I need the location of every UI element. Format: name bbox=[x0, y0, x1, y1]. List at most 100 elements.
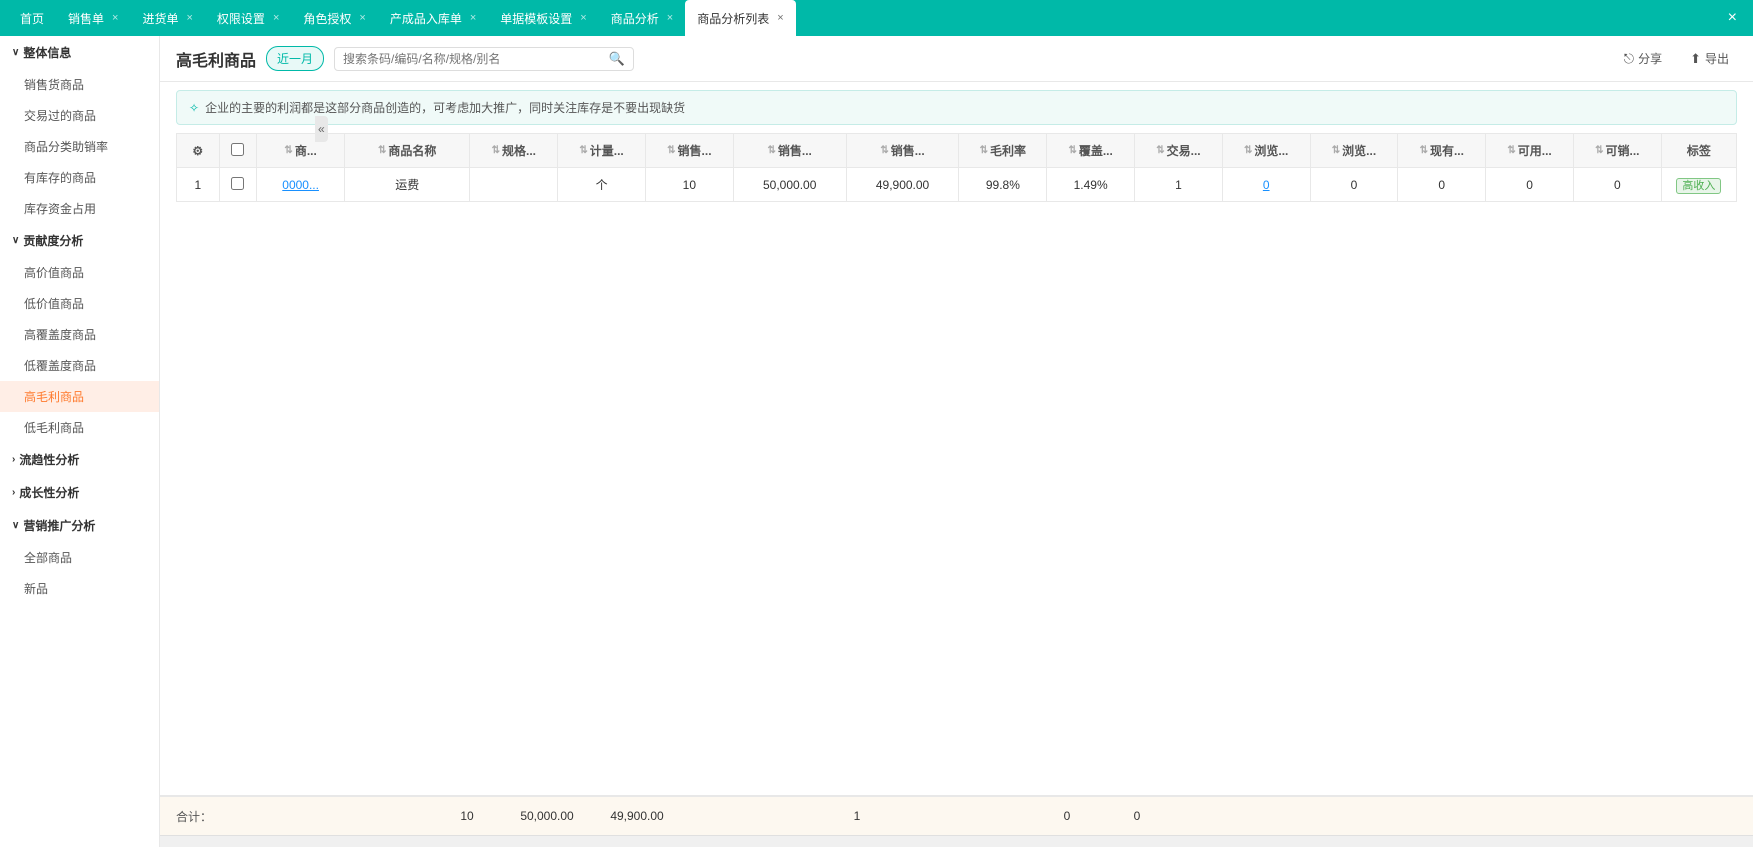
sidebar-item-sales-goods[interactable]: 销售货商品 bbox=[0, 69, 159, 100]
sidebar-item-stock-capital[interactable]: 库存资金占用 bbox=[0, 193, 159, 224]
row-views2: 0 bbox=[1310, 168, 1398, 202]
row-code[interactable]: 0000... bbox=[257, 168, 345, 202]
close-icon[interactable]: × bbox=[359, 12, 365, 24]
sidebar: ∨ 整体信息 销售货商品 交易过的商品 商品分类助销率 有库存的商品 库存资金占… bbox=[0, 36, 160, 847]
sidebar-item-high-value[interactable]: 高价值商品 bbox=[0, 257, 159, 288]
row-tag: 高收入 bbox=[1661, 168, 1736, 202]
col-checkbox[interactable] bbox=[219, 134, 257, 168]
sidebar-item-category-sales-rate[interactable]: 商品分类助销率 bbox=[0, 131, 159, 162]
total-sales-profit: 49,900.00 bbox=[592, 809, 682, 823]
total-label: 合计： bbox=[176, 808, 212, 825]
sidebar-item-traded-goods[interactable]: 交易过的商品 bbox=[0, 100, 159, 131]
chevron-down-icon: ∨ bbox=[12, 47, 19, 58]
chevron-down-icon: ∨ bbox=[12, 235, 19, 246]
sidebar-group-contribution[interactable]: ∨ 贡献度分析 bbox=[0, 224, 159, 257]
sidebar-group-marketing[interactable]: ∨ 营销推广分析 bbox=[0, 509, 159, 542]
sidebar-item-low-value[interactable]: 低价值商品 bbox=[0, 288, 159, 319]
sort-icon: ⇅ bbox=[980, 145, 988, 156]
col-gross-margin[interactable]: ⇅毛利率 bbox=[959, 134, 1047, 168]
sort-icon: ⇅ bbox=[284, 145, 292, 156]
row-gross-margin: 99.8% bbox=[959, 168, 1047, 202]
close-icon[interactable]: × bbox=[470, 12, 476, 24]
nav-product-analysis[interactable]: 商品分析 × bbox=[599, 0, 685, 36]
col-sales-profit[interactable]: ⇅销售... bbox=[846, 134, 959, 168]
period-button[interactable]: 近一月 bbox=[266, 46, 324, 71]
nav-finished-goods[interactable]: 产成品入库单 × bbox=[378, 0, 488, 36]
total-current-stock: 0 bbox=[1032, 809, 1102, 823]
col-code[interactable]: ⇅商... bbox=[257, 134, 345, 168]
col-name[interactable]: ⇅商品名称 bbox=[345, 134, 470, 168]
nav-purchase-order[interactable]: 进货单 × bbox=[130, 0, 204, 36]
export-icon: ⬆ bbox=[1690, 51, 1701, 67]
horizontal-scrollbar[interactable] bbox=[160, 835, 1753, 847]
sidebar-item-low-coverage[interactable]: 低覆盖度商品 bbox=[0, 350, 159, 381]
sidebar-item-in-stock-goods[interactable]: 有库存的商品 bbox=[0, 162, 159, 193]
col-unit[interactable]: ⇅计量... bbox=[558, 134, 646, 168]
col-transactions[interactable]: ⇅交易... bbox=[1135, 134, 1223, 168]
chevron-right-icon: › bbox=[12, 487, 15, 498]
page-title: 高毛利商品 bbox=[176, 47, 256, 71]
export-button[interactable]: ⬆ 导出 bbox=[1682, 46, 1737, 71]
close-all-button[interactable]: × bbox=[1720, 9, 1745, 27]
sidebar-item-all-goods[interactable]: 全部商品 bbox=[0, 542, 159, 573]
close-icon[interactable]: × bbox=[273, 12, 279, 24]
col-tag: 标签 bbox=[1661, 134, 1736, 168]
row-sales-amount: 50,000.00 bbox=[733, 168, 846, 202]
sidebar-item-low-margin[interactable]: 低毛利商品 bbox=[0, 412, 159, 443]
sidebar-item-high-margin[interactable]: 高毛利商品 bbox=[0, 381, 159, 412]
sort-icon: ⇅ bbox=[378, 145, 386, 156]
select-all-checkbox[interactable] bbox=[231, 143, 244, 156]
total-placeholder-1 bbox=[232, 809, 432, 823]
col-sales-amount[interactable]: ⇅销售... bbox=[733, 134, 846, 168]
sort-icon: ⇅ bbox=[492, 145, 500, 156]
nav-product-analysis-list[interactable]: 商品分析列表 × bbox=[685, 0, 795, 36]
col-gear[interactable]: ⚙ bbox=[177, 134, 220, 168]
col-current-stock[interactable]: ⇅现有... bbox=[1398, 134, 1486, 168]
row-checkbox[interactable] bbox=[231, 177, 244, 190]
sort-icon: ⇅ bbox=[1595, 145, 1603, 156]
nav-home[interactable]: 首页 bbox=[8, 0, 56, 36]
nav-template-settings[interactable]: 单据模板设置 × bbox=[488, 0, 598, 36]
header-actions: ⎋ 分享 ⬆ 导出 bbox=[1616, 46, 1737, 71]
sidebar-group-growth[interactable]: › 成长性分析 bbox=[0, 476, 159, 509]
row-checkbox-cell[interactable] bbox=[219, 168, 257, 202]
sidebar-item-high-coverage[interactable]: 高覆盖度商品 bbox=[0, 319, 159, 350]
row-num: 1 bbox=[177, 168, 220, 202]
col-available[interactable]: ⇅可用... bbox=[1486, 134, 1574, 168]
row-sellable: 0 bbox=[1573, 168, 1661, 202]
share-button[interactable]: ⎋ 分享 bbox=[1616, 46, 1670, 71]
sidebar-item-new-goods[interactable]: 新品 bbox=[0, 573, 159, 604]
total-placeholder-3 bbox=[892, 809, 1032, 823]
row-available: 0 bbox=[1486, 168, 1574, 202]
search-box[interactable]: 🔍 bbox=[334, 47, 634, 71]
sort-icon: ⇅ bbox=[1244, 145, 1252, 156]
close-icon[interactable]: × bbox=[777, 12, 783, 24]
content-area: « 高毛利商品 近一月 🔍 ⎋ 分享 ⬆ 导出 ✧ bbox=[160, 36, 1753, 847]
sidebar-collapse-button[interactable]: « bbox=[315, 116, 328, 142]
row-views1[interactable]: 0 bbox=[1222, 168, 1310, 202]
close-icon[interactable]: × bbox=[186, 12, 192, 24]
nav-permission-settings[interactable]: 权限设置 × bbox=[205, 0, 291, 36]
close-icon[interactable]: × bbox=[580, 12, 586, 24]
col-spec[interactable]: ⇅规格... bbox=[470, 134, 558, 168]
col-coverage[interactable]: ⇅覆盖... bbox=[1047, 134, 1135, 168]
nav-role-auth[interactable]: 角色授权 × bbox=[291, 0, 377, 36]
total-sales-amount: 50,000.00 bbox=[502, 809, 592, 823]
search-input[interactable] bbox=[343, 52, 605, 66]
chevron-right-icon: › bbox=[12, 454, 15, 465]
sort-icon: ⇅ bbox=[767, 145, 775, 156]
row-current-stock: 0 bbox=[1398, 168, 1486, 202]
row-spec bbox=[470, 168, 558, 202]
sidebar-group-overview[interactable]: ∨ 整体信息 bbox=[0, 36, 159, 69]
data-table: ⚙ ⇅商... ⇅商品名称 ⇅规格... bbox=[176, 133, 1737, 202]
sidebar-group-trend[interactable]: › 流趋性分析 bbox=[0, 443, 159, 476]
col-sellable[interactable]: ⇅可销... bbox=[1573, 134, 1661, 168]
total-values: 10 50,000.00 49,900.00 1 0 0 bbox=[232, 809, 1737, 823]
nav-sales-order[interactable]: 销售单 × bbox=[56, 0, 130, 36]
close-icon[interactable]: × bbox=[667, 12, 673, 24]
col-views2[interactable]: ⇅浏览... bbox=[1310, 134, 1398, 168]
col-sales-qty[interactable]: ⇅销售... bbox=[645, 134, 733, 168]
close-icon[interactable]: × bbox=[112, 12, 118, 24]
col-views1[interactable]: ⇅浏览... bbox=[1222, 134, 1310, 168]
total-sales-qty: 10 bbox=[432, 809, 502, 823]
